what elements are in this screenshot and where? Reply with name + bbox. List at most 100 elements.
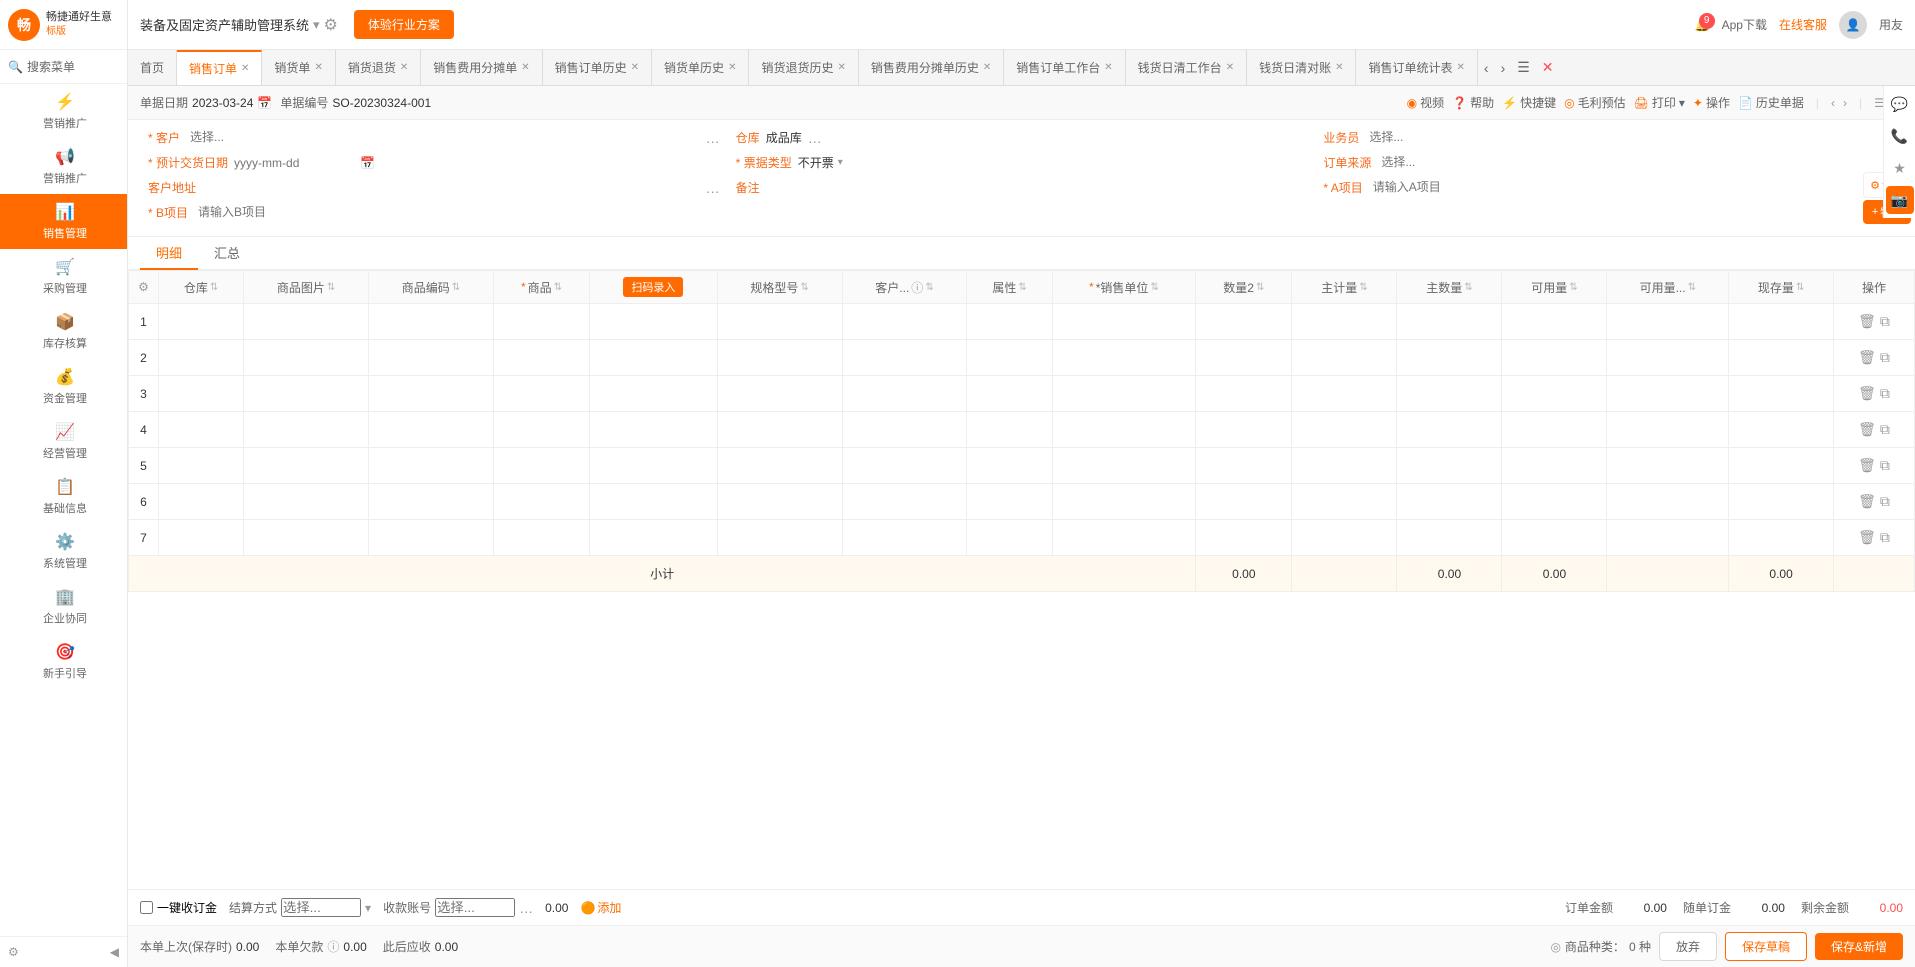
row-6-sales-unit[interactable] bbox=[1052, 484, 1196, 520]
row-5-attribute[interactable] bbox=[967, 448, 1052, 484]
row-2-main-qty[interactable] bbox=[1397, 340, 1502, 376]
row-7-main-unit[interactable] bbox=[1292, 520, 1397, 556]
row-3-main-qty[interactable] bbox=[1397, 376, 1502, 412]
print-dropdown-icon[interactable]: ▾ bbox=[1679, 96, 1685, 110]
row-4-customer-code[interactable] bbox=[842, 412, 967, 448]
rp-star-icon[interactable]: ★ bbox=[1886, 154, 1914, 182]
rp-phone-icon[interactable]: 📞 bbox=[1886, 122, 1914, 150]
tab-close-return-history[interactable]: ✕ bbox=[837, 62, 845, 73]
salesperson-input[interactable] bbox=[1365, 128, 1875, 147]
customer-address-input[interactable] bbox=[202, 178, 700, 197]
sidebar-item-marketing[interactable]: 📢 营销推广 bbox=[0, 139, 127, 194]
row-4-code[interactable] bbox=[369, 412, 494, 448]
row-2-customer-code[interactable] bbox=[842, 340, 967, 376]
row-2-code[interactable] bbox=[369, 340, 494, 376]
row-4-image[interactable] bbox=[244, 412, 369, 448]
row-2-available2[interactable] bbox=[1607, 340, 1729, 376]
row-7-available2[interactable] bbox=[1607, 520, 1729, 556]
row-5-available[interactable] bbox=[1502, 448, 1607, 484]
row-3-available2[interactable] bbox=[1607, 376, 1729, 412]
action-profit[interactable]: ◎ 毛利预估 bbox=[1564, 94, 1626, 111]
row-1-customer-code[interactable] bbox=[842, 304, 967, 340]
sidebar-quick-nav[interactable]: ⚡ 营销推广 bbox=[0, 84, 127, 139]
row-6-code[interactable] bbox=[369, 484, 494, 520]
solution-button[interactable]: 体验行业方案 bbox=[354, 10, 454, 39]
row-2-main-unit[interactable] bbox=[1292, 340, 1397, 376]
row-4-copy-btn[interactable]: ⧉ bbox=[1880, 421, 1890, 438]
tab-close-workbench[interactable]: ✕ bbox=[1104, 62, 1112, 73]
row-6-customer-code[interactable] bbox=[842, 484, 967, 520]
row-1-available2[interactable] bbox=[1607, 304, 1729, 340]
row-4-qty2[interactable] bbox=[1196, 412, 1292, 448]
settlement-input[interactable] bbox=[281, 898, 361, 917]
tab-sales-order[interactable]: 销售订单 ✕ bbox=[177, 50, 262, 86]
row-3-sales-unit[interactable] bbox=[1052, 376, 1196, 412]
row-3-attribute[interactable] bbox=[967, 376, 1052, 412]
row-5-main-qty[interactable] bbox=[1397, 448, 1502, 484]
row-6-qty2[interactable] bbox=[1196, 484, 1292, 520]
row-4-product[interactable] bbox=[493, 412, 589, 448]
row-2-sales-unit[interactable] bbox=[1052, 340, 1196, 376]
th-sales-unit[interactable]: **销售单位⇅ bbox=[1052, 271, 1196, 304]
row-4-available2[interactable] bbox=[1607, 412, 1729, 448]
tab-menu-btn[interactable]: ☰ bbox=[1511, 50, 1536, 86]
row-7-copy-btn[interactable]: ⧉ bbox=[1880, 529, 1890, 546]
row-5-main-unit[interactable] bbox=[1292, 448, 1397, 484]
row-7-delete-btn[interactable]: 🗑 bbox=[1858, 529, 1876, 546]
action-operations[interactable]: ✦ 操作 bbox=[1693, 94, 1730, 111]
row-6-available[interactable] bbox=[1502, 484, 1607, 520]
discard-button[interactable]: 放弃 bbox=[1659, 932, 1717, 961]
row-1-copy-btn[interactable]: ⧉ bbox=[1880, 313, 1890, 330]
tab-close-invoice[interactable]: ✕ bbox=[314, 62, 322, 73]
tab-sales-return[interactable]: 销货退货 ✕ bbox=[336, 50, 421, 86]
sidebar-item-base[interactable]: 📋 基础信息 bbox=[0, 469, 127, 524]
row-7-sales-unit[interactable] bbox=[1052, 520, 1196, 556]
row-2-available[interactable] bbox=[1502, 340, 1607, 376]
row-6-copy-btn[interactable]: ⧉ bbox=[1880, 493, 1890, 510]
row-5-delete-btn[interactable]: 🗑 bbox=[1858, 457, 1876, 474]
row-5-sales-unit[interactable] bbox=[1052, 448, 1196, 484]
settings-gear-icon[interactable]: ⚙ bbox=[324, 15, 338, 35]
row-1-attribute[interactable] bbox=[967, 304, 1052, 340]
row-3-available[interactable] bbox=[1502, 376, 1607, 412]
add-button[interactable]: 🟠 添加 bbox=[580, 899, 621, 916]
row-1-stock[interactable] bbox=[1729, 304, 1834, 340]
tab-close-history[interactable]: ✕ bbox=[631, 62, 639, 73]
row-1-spec[interactable] bbox=[717, 304, 842, 340]
row-6-image[interactable] bbox=[244, 484, 369, 520]
row-3-stock[interactable] bbox=[1729, 376, 1834, 412]
sidebar-item-guide[interactable]: 🎯 新手引导 bbox=[0, 634, 127, 689]
action-shortcut[interactable]: ⚡ 快捷键 bbox=[1502, 94, 1556, 111]
row-3-customer-code[interactable] bbox=[842, 376, 967, 412]
row-7-image[interactable] bbox=[244, 520, 369, 556]
row-7-warehouse[interactable] bbox=[159, 520, 244, 556]
row-4-stock[interactable] bbox=[1729, 412, 1834, 448]
row-5-copy-btn[interactable]: ⧉ bbox=[1880, 457, 1890, 474]
next-record-icon[interactable]: › bbox=[1843, 96, 1847, 110]
row-7-code[interactable] bbox=[369, 520, 494, 556]
row-7-customer-code[interactable] bbox=[842, 520, 967, 556]
rp-chat-icon[interactable]: 💬 bbox=[1886, 90, 1914, 118]
row-1-main-qty[interactable] bbox=[1397, 304, 1502, 340]
row-6-main-qty[interactable] bbox=[1397, 484, 1502, 520]
tab-workbench[interactable]: 销售订单工作台 ✕ bbox=[1004, 50, 1125, 86]
row-6-available2[interactable] bbox=[1607, 484, 1729, 520]
row-2-stock[interactable] bbox=[1729, 340, 1834, 376]
row-3-warehouse[interactable] bbox=[159, 376, 244, 412]
th-current-stock[interactable]: 现存量⇅ bbox=[1729, 271, 1834, 304]
action-help[interactable]: ❓ 帮助 bbox=[1452, 94, 1494, 111]
row-7-attribute[interactable] bbox=[967, 520, 1052, 556]
row-7-stock[interactable] bbox=[1729, 520, 1834, 556]
tab-sales-history[interactable]: 销售订单历史 ✕ bbox=[543, 50, 652, 86]
tab-close-invoice-history[interactable]: ✕ bbox=[728, 62, 736, 73]
row-1-code[interactable] bbox=[369, 304, 494, 340]
row-2-copy-btn[interactable]: ⧉ bbox=[1880, 349, 1890, 366]
row-6-main-unit[interactable] bbox=[1292, 484, 1397, 520]
th-customer-code[interactable]: 客户...ⓘ⇅ bbox=[842, 271, 967, 304]
tab-close-reconcile[interactable]: ✕ bbox=[1335, 62, 1343, 73]
row-5-stock[interactable] bbox=[1729, 448, 1834, 484]
row-1-delete-btn[interactable]: 🗑 bbox=[1858, 313, 1876, 330]
row-4-sales-unit[interactable] bbox=[1052, 412, 1196, 448]
row-1-main-unit[interactable] bbox=[1292, 304, 1397, 340]
user-avatar[interactable]: 👤 bbox=[1839, 11, 1867, 39]
